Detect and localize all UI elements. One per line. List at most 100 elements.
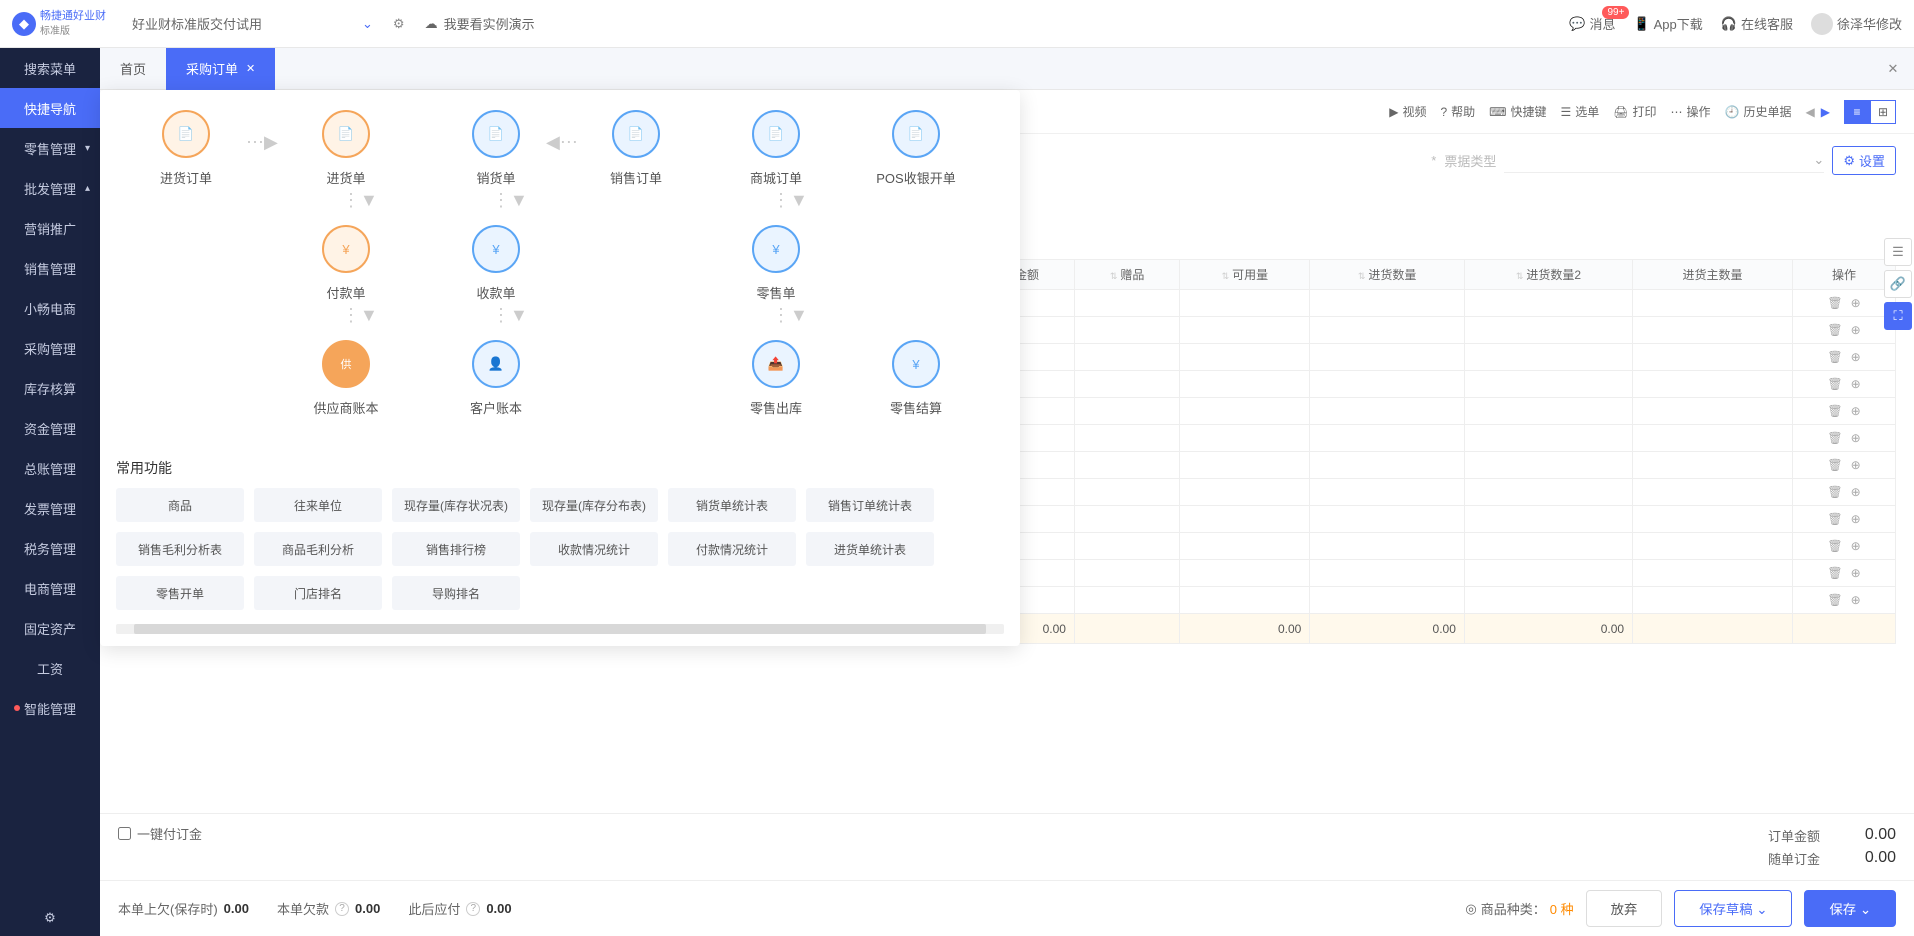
delete-row-icon[interactable]: 🗑 bbox=[1827, 404, 1842, 418]
add-row-icon[interactable]: ⊕ bbox=[1851, 404, 1861, 418]
qn-node-purchase-order[interactable]: 📄进货订单 bbox=[116, 110, 256, 187]
sidebar-item-retail[interactable]: 零售管理▾ bbox=[0, 128, 100, 168]
sidebar-item-search[interactable]: 搜索菜单 bbox=[0, 48, 100, 88]
app-download-button[interactable]: 📱 App下载 bbox=[1633, 14, 1702, 33]
add-row-icon[interactable]: ⊕ bbox=[1851, 485, 1861, 499]
messages-button[interactable]: 💬 消息 99+ bbox=[1569, 14, 1615, 33]
demo-link[interactable]: ☁ 我要看实例演示 bbox=[425, 14, 535, 33]
sidebar-item-wholesale[interactable]: 批发管理▴ bbox=[0, 168, 100, 208]
select-doc-button[interactable]: ☰选单 bbox=[1561, 103, 1600, 120]
qn-node-receipt[interactable]: ¥收款单 bbox=[426, 225, 566, 302]
delete-row-icon[interactable]: 🗑 bbox=[1827, 458, 1842, 472]
delete-row-icon[interactable]: 🗑 bbox=[1827, 512, 1842, 526]
sidebar-item-stock[interactable]: 库存核算 bbox=[0, 368, 100, 408]
quicknav-button[interactable]: 收款情况统计 bbox=[530, 532, 658, 566]
close-all-tabs[interactable]: ✕ bbox=[1872, 61, 1914, 77]
next-doc-button[interactable]: ▶ bbox=[1821, 105, 1830, 119]
qn-node-payment[interactable]: ¥付款单 bbox=[276, 225, 416, 302]
delete-row-icon[interactable]: 🗑 bbox=[1827, 377, 1842, 391]
qn-node-sales-order[interactable]: 📄销售订单 bbox=[566, 110, 706, 187]
help-icon[interactable]: ? bbox=[466, 902, 480, 916]
add-row-icon[interactable]: ⊕ bbox=[1851, 566, 1861, 580]
abandon-button[interactable]: 放弃 bbox=[1586, 890, 1663, 927]
view-grid-button[interactable]: ⊞ bbox=[1870, 100, 1896, 124]
sidebar-item-invoice[interactable]: 发票管理 bbox=[0, 488, 100, 528]
quicknav-button[interactable]: 门店排名 bbox=[254, 576, 382, 610]
add-row-icon[interactable]: ⊕ bbox=[1851, 377, 1861, 391]
quicknav-button[interactable]: 导购排名 bbox=[392, 576, 520, 610]
delete-row-icon[interactable]: 🗑 bbox=[1827, 431, 1842, 445]
delete-row-icon[interactable]: 🗑 bbox=[1827, 566, 1842, 580]
help-icon[interactable]: ? bbox=[335, 902, 349, 916]
quicknav-button[interactable]: 进货单统计表 bbox=[806, 532, 934, 566]
qn-node-sales-slip[interactable]: 📄销货单 bbox=[426, 110, 566, 187]
delete-row-icon[interactable]: 🗑 bbox=[1827, 323, 1842, 337]
sidebar-item-smart[interactable]: 智能管理 bbox=[0, 688, 100, 728]
checkbox-input[interactable] bbox=[118, 827, 131, 840]
settings-button[interactable]: ⚙设置 bbox=[1832, 146, 1896, 175]
delete-row-icon[interactable]: 🗑 bbox=[1827, 350, 1842, 364]
quicknav-button[interactable]: 零售开单 bbox=[116, 576, 244, 610]
sidebar-item-finance[interactable]: 资金管理 bbox=[0, 408, 100, 448]
print-button[interactable]: 🖨打印 bbox=[1613, 103, 1656, 120]
qn-node-supplier-ledger[interactable]: 供供应商账本 bbox=[276, 340, 416, 417]
sidebar-item-purchase[interactable]: 采购管理 bbox=[0, 328, 100, 368]
help-button[interactable]: ?帮助 bbox=[1440, 103, 1475, 120]
sidebar-settings[interactable]: ⚙ bbox=[0, 900, 100, 936]
history-button[interactable]: 🕘历史单据 bbox=[1725, 103, 1792, 120]
sidebar-item-tax[interactable]: 税务管理 bbox=[0, 528, 100, 568]
col-avail[interactable]: ⇅可用量 bbox=[1180, 260, 1310, 290]
add-row-icon[interactable]: ⊕ bbox=[1851, 458, 1861, 472]
quicknav-button[interactable]: 销货单统计表 bbox=[668, 488, 796, 522]
qn-node-retail-out[interactable]: 📤零售出库 bbox=[706, 340, 846, 417]
add-row-icon[interactable]: ⊕ bbox=[1851, 323, 1861, 337]
quicknav-button[interactable]: 现存量(库存状况表) bbox=[392, 488, 520, 522]
quicknav-button[interactable]: 销售排行榜 bbox=[392, 532, 520, 566]
sidebar-item-ledger[interactable]: 总账管理 bbox=[0, 448, 100, 488]
operations-button[interactable]: ⋯操作 bbox=[1671, 103, 1711, 120]
ticket-type-select[interactable]: ⌄ bbox=[1504, 148, 1824, 173]
save-draft-button[interactable]: 保存草稿 ⌄ bbox=[1674, 890, 1792, 927]
close-icon[interactable]: ✕ bbox=[246, 62, 255, 75]
qn-node-pos[interactable]: 📄POS收银开单 bbox=[846, 110, 986, 187]
col-in1[interactable]: ⇅进货数量 bbox=[1310, 260, 1465, 290]
quicknav-button[interactable]: 销售毛利分析表 bbox=[116, 532, 244, 566]
col-inmain[interactable]: 进货主数量 bbox=[1633, 260, 1793, 290]
settings-gear-icon[interactable]: ⚙ bbox=[393, 16, 405, 32]
scrollbar-thumb[interactable] bbox=[134, 624, 986, 634]
video-button[interactable]: ▶视频 bbox=[1389, 103, 1426, 120]
user-menu[interactable]: 徐泽华修改 bbox=[1811, 13, 1902, 35]
add-row-icon[interactable]: ⊕ bbox=[1851, 350, 1861, 364]
tab-home[interactable]: 首页 bbox=[100, 48, 166, 90]
save-button[interactable]: 保存 ⌄ bbox=[1804, 890, 1896, 927]
prev-doc-button[interactable]: ◀ bbox=[1806, 105, 1815, 119]
float-btn-expand[interactable]: ⛶ bbox=[1884, 302, 1912, 330]
shortcut-button[interactable]: ⌨快捷键 bbox=[1489, 103, 1546, 120]
add-row-icon[interactable]: ⊕ bbox=[1851, 296, 1861, 310]
sidebar-item-eshop[interactable]: 电商管理 bbox=[0, 568, 100, 608]
tab-purchase-order[interactable]: 采购订单 ✕ bbox=[166, 48, 275, 90]
add-row-icon[interactable]: ⊕ bbox=[1851, 512, 1861, 526]
support-button[interactable]: 🎧 在线客服 bbox=[1721, 14, 1793, 33]
delete-row-icon[interactable]: 🗑 bbox=[1827, 296, 1842, 310]
qn-node-retail[interactable]: ¥零售单 bbox=[706, 225, 846, 302]
quicknav-scrollbar[interactable] bbox=[116, 624, 1004, 634]
qn-node-mall-order[interactable]: 📄商城订单 bbox=[706, 110, 846, 187]
add-row-icon[interactable]: ⊕ bbox=[1851, 539, 1861, 553]
view-list-button[interactable]: ≡ bbox=[1844, 100, 1870, 124]
sidebar-item-assets[interactable]: 固定资产 bbox=[0, 608, 100, 648]
col-gift[interactable]: ⇅赠品 bbox=[1074, 260, 1179, 290]
qn-node-customer-ledger[interactable]: 👤客户账本 bbox=[426, 340, 566, 417]
quicknav-button[interactable]: 销售订单统计表 bbox=[806, 488, 934, 522]
sidebar-item-marketing[interactable]: 营销推广 bbox=[0, 208, 100, 248]
qn-node-purchase[interactable]: 📄进货单 bbox=[276, 110, 416, 187]
sidebar-item-quicknav[interactable]: 快捷导航 bbox=[0, 88, 100, 128]
qn-node-retail-settle[interactable]: ¥零售结算 bbox=[846, 340, 986, 417]
trial-selector[interactable]: 好业财标准版交付试用 ⌄ bbox=[132, 14, 373, 33]
delete-row-icon[interactable]: 🗑 bbox=[1827, 539, 1842, 553]
add-row-icon[interactable]: ⊕ bbox=[1851, 431, 1861, 445]
quicknav-button[interactable]: 现存量(库存分布表) bbox=[530, 488, 658, 522]
onekey-pay-checkbox[interactable]: 一键付订金 bbox=[118, 824, 202, 843]
delete-row-icon[interactable]: 🗑 bbox=[1827, 593, 1842, 607]
add-row-icon[interactable]: ⊕ bbox=[1851, 593, 1861, 607]
